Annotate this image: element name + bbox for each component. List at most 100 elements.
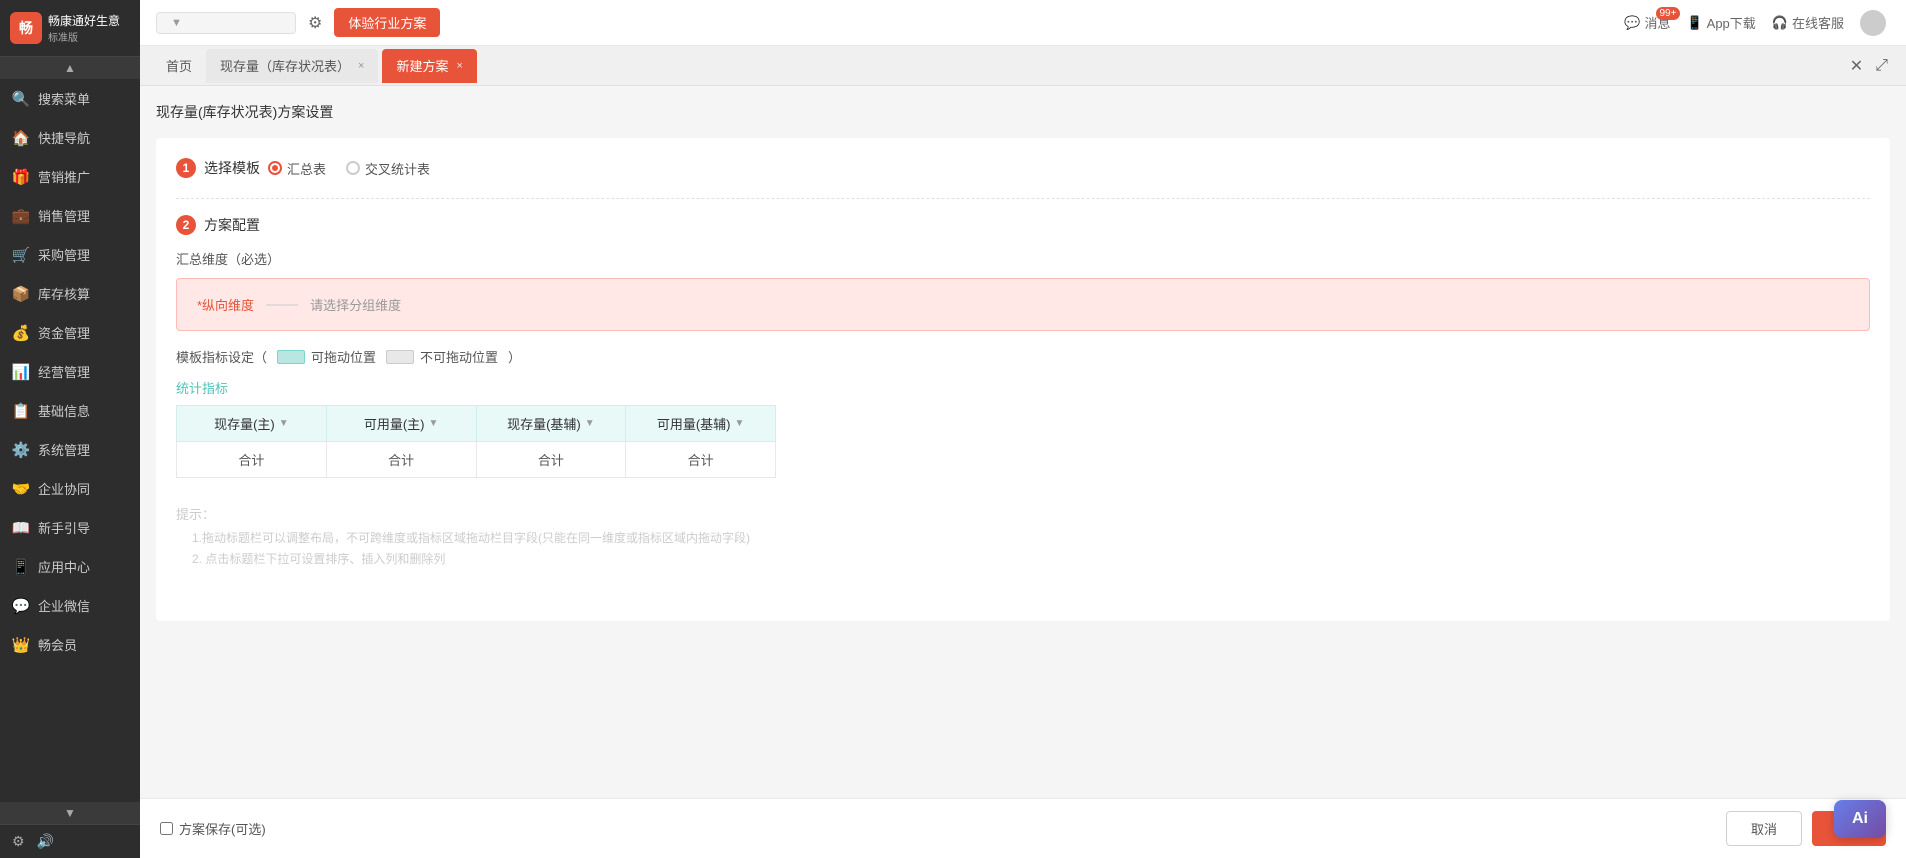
cancel-button[interactable]: 取消 bbox=[1726, 811, 1802, 846]
sidebar-item-search-label: 搜索菜单 bbox=[38, 89, 90, 108]
col-header-1[interactable]: 可用量(主) ▼ bbox=[326, 406, 476, 442]
topbar-trial-btn[interactable]: 体验行业方案 bbox=[334, 8, 440, 37]
topbar-app-download-btn[interactable]: 📱 App下载 bbox=[1686, 13, 1755, 32]
logo-title: 畅康通好生意 bbox=[48, 12, 120, 29]
sidebar-navigation: 🔍 搜索菜单 🏠 快捷导航 🎁 营销推广 💼 销售管理 🛒 采购管理 📦 库存核… bbox=[0, 79, 140, 802]
message-badge: 99+ bbox=[1656, 7, 1681, 20]
tab-new-plan-close-btn[interactable]: × bbox=[456, 60, 462, 72]
logo-subtitle: 标准版 bbox=[48, 29, 120, 44]
book-icon: 📖 bbox=[12, 519, 30, 537]
handshake-icon: 🤝 bbox=[12, 480, 30, 498]
sidebar-item-marketing[interactable]: 🎁 营销推广 bbox=[0, 157, 140, 196]
vertical-dimension-label: *纵向维度 bbox=[197, 295, 254, 314]
sidebar-item-newbie[interactable]: 📖 新手引导 bbox=[0, 508, 140, 547]
topbar-search-bar[interactable]: ▼ bbox=[156, 12, 296, 34]
tab-inventory-label: 现存量（库存状况表） bbox=[220, 56, 350, 75]
sidebar-item-purchase[interactable]: 🛒 采购管理 bbox=[0, 235, 140, 274]
chat-icon: 💬 bbox=[12, 597, 30, 615]
tab-inventory-status[interactable]: 现存量（库存状况表） × bbox=[206, 49, 378, 83]
sidebar-item-shortcut-label: 快捷导航 bbox=[38, 128, 90, 147]
radio-cross-circle bbox=[346, 161, 360, 175]
col-label-1: 可用量(主) ▼ bbox=[364, 414, 439, 433]
not-draggable-legend-box bbox=[386, 350, 414, 364]
dimension-separator: —— bbox=[266, 296, 298, 314]
table-row: 合计 合计 合计 合计 bbox=[177, 442, 776, 478]
indicator-setting: 模板指标设定（ 可拖动位置 不可拖动位置 ） bbox=[176, 347, 1870, 366]
sidebar-item-contract[interactable]: 🤝 企业协同 bbox=[0, 469, 140, 508]
radio-summary[interactable]: 汇总表 bbox=[268, 159, 326, 178]
tab-home[interactable]: 首页 bbox=[156, 49, 202, 83]
topbar: ▼ ⚙ 体验行业方案 💬 消息 99+ 📱 App下载 🎧 在线客服 bbox=[140, 0, 1906, 46]
home-icon: 🏠 bbox=[12, 129, 30, 147]
audio-footer-btn[interactable]: 🔊 bbox=[37, 833, 54, 850]
tabbar: 首页 现存量（库存状况表） × 新建方案 × ✕ ⤢ bbox=[140, 46, 1906, 86]
topbar-user-btn[interactable] bbox=[1860, 10, 1890, 36]
settings-card: 1 选择模板 汇总表 交叉统计表 bbox=[156, 138, 1890, 621]
cell-0-2: 合计 bbox=[476, 442, 626, 478]
message-icon: 💬 bbox=[1624, 15, 1640, 31]
sidebar-scroll-up[interactable]: ▲ bbox=[0, 57, 140, 79]
tab-new-plan-label: 新建方案 bbox=[396, 56, 448, 75]
step-divider bbox=[176, 198, 1870, 199]
draggable-legend: 可拖动位置 bbox=[277, 347, 376, 366]
table-header-row: 现存量(主) ▼ 可用量(主) ▼ bbox=[177, 406, 776, 442]
sidebar-item-finance-label: 资金管理 bbox=[38, 323, 90, 342]
box-icon: 📦 bbox=[12, 285, 30, 303]
logo-text-block: 畅康通好生意 标准版 bbox=[48, 12, 120, 44]
sidebar-item-app[interactable]: 📱 应用中心 bbox=[0, 547, 140, 586]
col-chevron-3: ▼ bbox=[735, 418, 745, 429]
sidebar-item-shortcut[interactable]: 🏠 快捷导航 bbox=[0, 118, 140, 157]
sidebar-item-search[interactable]: 🔍 搜索菜单 bbox=[0, 79, 140, 118]
logo-icon: 畅 bbox=[10, 12, 42, 44]
stats-label: 统计指标 bbox=[176, 378, 1870, 397]
settings-footer-btn[interactable]: ⚙ bbox=[12, 833, 25, 850]
dimension-section-label: 汇总维度（必选） bbox=[176, 249, 1870, 268]
cell-0-3: 合计 bbox=[626, 442, 776, 478]
col-chevron-1: ▼ bbox=[429, 418, 439, 429]
save-checkbox-label: 方案保存(可选) bbox=[179, 819, 266, 838]
tab-inventory-close-btn[interactable]: × bbox=[358, 60, 364, 72]
tab-home-label: 首页 bbox=[166, 56, 192, 75]
col-header-3[interactable]: 可用量(基辅) ▼ bbox=[626, 406, 776, 442]
sidebar-item-finance[interactable]: 💰 资金管理 bbox=[0, 313, 140, 352]
cart-icon: 🛒 bbox=[12, 246, 30, 264]
sidebar-item-member[interactable]: 👑 畅会员 bbox=[0, 625, 140, 664]
topbar-left: ▼ ⚙ 体验行业方案 bbox=[156, 8, 1614, 37]
col-header-2[interactable]: 现存量(基辅) ▼ bbox=[476, 406, 626, 442]
dimension-selector-box[interactable]: *纵向维度 —— 请选择分组维度 bbox=[176, 278, 1870, 331]
radio-cross[interactable]: 交叉统计表 bbox=[346, 159, 430, 178]
sidebar-item-app-label: 应用中心 bbox=[38, 557, 90, 576]
draggable-legend-label: 可拖动位置 bbox=[311, 347, 376, 366]
topbar-settings-btn[interactable]: ⚙ bbox=[304, 9, 326, 37]
sidebar-scroll-down[interactable]: ▼ bbox=[0, 802, 140, 824]
sidebar-item-operations-label: 经营管理 bbox=[38, 362, 90, 381]
app-download-icon: 📱 bbox=[1686, 15, 1702, 31]
avatar bbox=[1860, 10, 1886, 36]
sidebar-item-basic[interactable]: 📋 基础信息 bbox=[0, 391, 140, 430]
sidebar-item-system[interactable]: ⚙️ 系统管理 bbox=[0, 430, 140, 469]
topbar-message-btn[interactable]: 💬 消息 99+ bbox=[1624, 13, 1670, 32]
save-checkbox[interactable]: 方案保存(可选) bbox=[160, 819, 266, 838]
radio-cross-label: 交叉统计表 bbox=[365, 159, 430, 178]
sidebar-item-operations[interactable]: 📊 经营管理 bbox=[0, 352, 140, 391]
col-title-3: 可用量(基辅) bbox=[657, 414, 731, 433]
tab-new-plan[interactable]: 新建方案 × bbox=[382, 49, 476, 83]
col-label-2: 现存量(基辅) ▼ bbox=[507, 414, 595, 433]
col-title-0: 现存量(主) bbox=[214, 414, 275, 433]
topbar-customer-service-btn[interactable]: 🎧 在线客服 bbox=[1772, 13, 1844, 32]
sidebar-item-purchase-label: 采购管理 bbox=[38, 245, 90, 264]
expand-panel-btn[interactable]: ⤢ bbox=[1873, 54, 1890, 78]
footer-bar: 方案保存(可选) 取消 查询 bbox=[140, 798, 1906, 858]
ai-float-button[interactable]: Ai bbox=[1834, 800, 1886, 838]
clipboard-icon: 📋 bbox=[12, 402, 30, 420]
col-header-0[interactable]: 现存量(主) ▼ bbox=[177, 406, 327, 442]
sidebar-item-basic-label: 基础信息 bbox=[38, 401, 90, 420]
save-checkbox-input[interactable] bbox=[160, 822, 173, 835]
sidebar-item-sales[interactable]: 💼 销售管理 bbox=[0, 196, 140, 235]
close-panel-btn[interactable]: ✕ bbox=[1848, 54, 1865, 78]
sidebar-item-wechat[interactable]: 💬 企业微信 bbox=[0, 586, 140, 625]
app-download-label: App下载 bbox=[1707, 13, 1756, 32]
sidebar-item-inventory[interactable]: 📦 库存核算 bbox=[0, 274, 140, 313]
tabbar-actions: ✕ ⤢ bbox=[1848, 54, 1890, 78]
tips-item-1: 2. 点击标题栏下拉可设置排序、插入列和删除列 bbox=[176, 550, 1870, 567]
